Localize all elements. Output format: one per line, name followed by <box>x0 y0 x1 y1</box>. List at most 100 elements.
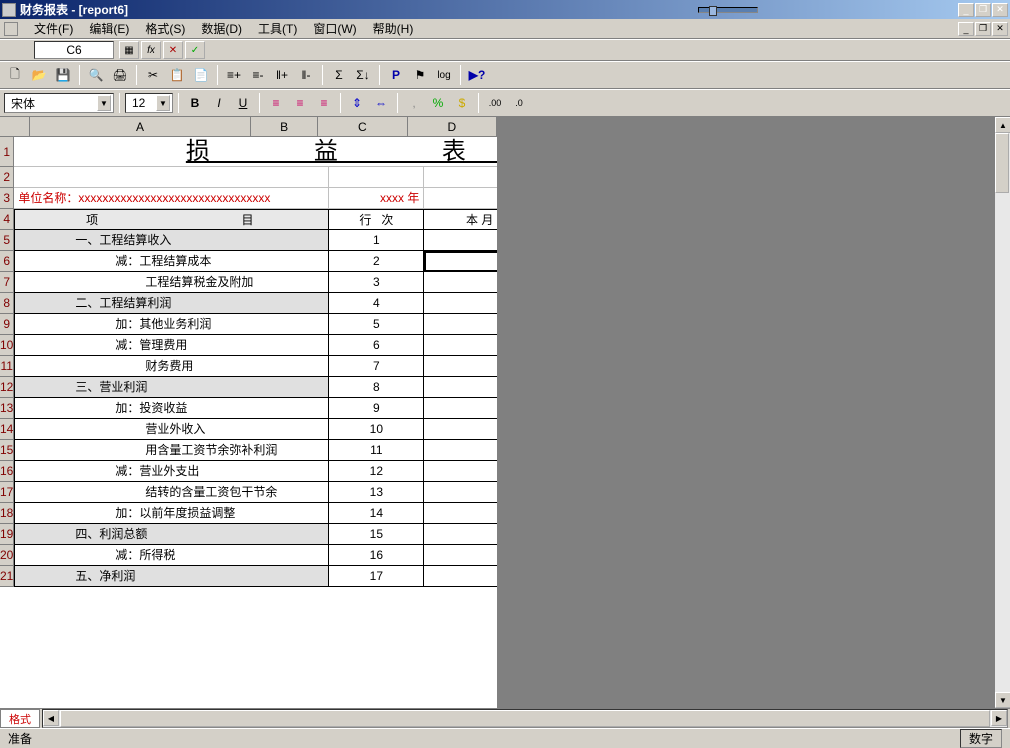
header-rownum[interactable]: 行 次 <box>329 209 424 230</box>
col-header-d[interactable]: D <box>408 117 497 137</box>
row-number[interactable]: 8 <box>329 377 424 398</box>
item-label[interactable]: 营业外收入 <box>14 419 329 440</box>
sheet-tab[interactable]: 格式 <box>0 709 40 728</box>
scroll-right-icon[interactable]: ▶ <box>991 710 1007 726</box>
horizontal-scrollbar[interactable]: ◀ ▶ <box>42 709 1008 728</box>
italic-icon[interactable]: I <box>208 92 230 114</box>
report-title[interactable]: 损 益 表 <box>14 137 497 167</box>
row-header[interactable]: 8 <box>0 293 14 314</box>
month-value[interactable] <box>424 377 497 398</box>
row-number[interactable]: 3 <box>329 272 424 293</box>
scroll-up-icon[interactable]: ▲ <box>995 117 1010 133</box>
row-header[interactable]: 19 <box>0 524 14 545</box>
item-label[interactable]: 五、净利润 <box>14 566 329 587</box>
row-number[interactable]: 17 <box>329 566 424 587</box>
row-number[interactable]: 4 <box>329 293 424 314</box>
comma-icon[interactable]: , <box>403 92 425 114</box>
save-icon[interactable]: 💾 <box>52 64 74 86</box>
month-value[interactable] <box>424 356 497 377</box>
month[interactable]: xx 月 <box>424 188 497 209</box>
year[interactable]: xxxx 年 <box>329 188 424 209</box>
chevron-down-icon[interactable]: ▼ <box>156 95 170 111</box>
row-number[interactable]: 1 <box>329 230 424 251</box>
menu-window[interactable]: 窗口(W) <box>305 18 364 39</box>
row-header[interactable]: 21 <box>0 566 14 587</box>
row-number[interactable]: 7 <box>329 356 424 377</box>
sum2-icon[interactable]: Σ↓ <box>352 64 374 86</box>
scroll-left-icon[interactable]: ◀ <box>43 710 59 726</box>
month-value[interactable] <box>424 251 497 272</box>
item-label[interactable]: 加：其他业务利润 <box>14 314 329 335</box>
row-header[interactable]: 14 <box>0 419 14 440</box>
decimal-inc-icon[interactable]: .00 <box>484 92 506 114</box>
mdi-restore-button[interactable]: ❐ <box>975 22 991 36</box>
month-value[interactable] <box>424 566 497 587</box>
print-icon[interactable]: 🖨 <box>109 64 131 86</box>
header-item[interactable]: 项 目 <box>14 209 329 230</box>
col-header-c[interactable]: C <box>318 117 407 137</box>
item-label[interactable]: 减：营业外支出 <box>14 461 329 482</box>
month-value[interactable] <box>424 314 497 335</box>
mdi-minimize-button[interactable]: _ <box>958 22 974 36</box>
item-label[interactable]: 一、工程结算收入 <box>14 230 329 251</box>
mdi-icon[interactable] <box>4 22 18 36</box>
cell[interactable] <box>424 167 497 188</box>
row-header[interactable]: 2 <box>0 167 14 188</box>
menu-tools[interactable]: 工具(T) <box>250 18 305 39</box>
cancel-icon[interactable]: ✕ <box>163 41 183 59</box>
hscroll-thumb[interactable] <box>60 710 990 727</box>
insert-row-icon[interactable]: ≡+ <box>223 64 245 86</box>
col-header-b[interactable]: B <box>251 117 318 137</box>
align-left-icon[interactable]: ≡ <box>265 92 287 114</box>
log-icon[interactable]: log <box>433 64 455 86</box>
menu-help[interactable]: 帮助(H) <box>365 18 422 39</box>
item-label[interactable]: 工程结算税金及附加 <box>14 272 329 293</box>
delete-row-icon[interactable]: ≡- <box>247 64 269 86</box>
col-header-a[interactable]: A <box>30 117 251 137</box>
item-label[interactable]: 减：工程结算成本 <box>14 251 329 272</box>
row-header[interactable]: 10 <box>0 335 14 356</box>
confirm-icon[interactable]: ✓ <box>185 41 205 59</box>
item-label[interactable]: 财务费用 <box>14 356 329 377</box>
halign-icon[interactable]: ⇔ <box>370 92 392 114</box>
menu-edit[interactable]: 编辑(E) <box>81 18 137 39</box>
row-header[interactable]: 1 <box>0 137 14 167</box>
cell[interactable] <box>14 167 329 188</box>
fx-icon[interactable]: fx <box>141 41 161 59</box>
paste-icon[interactable]: 📄 <box>190 64 212 86</box>
close-button[interactable]: ✕ <box>992 3 1008 17</box>
item-label[interactable]: 结转的含量工资包干节余 <box>14 482 329 503</box>
underline-icon[interactable]: U <box>232 92 254 114</box>
row-header[interactable]: 13 <box>0 398 14 419</box>
menu-format[interactable]: 格式(S) <box>137 18 193 39</box>
currency-icon[interactable]: $ <box>451 92 473 114</box>
month-value[interactable] <box>424 272 497 293</box>
item-label[interactable]: 减：管理费用 <box>14 335 329 356</box>
row-header[interactable]: 17 <box>0 482 14 503</box>
row-header[interactable]: 20 <box>0 545 14 566</box>
scroll-down-icon[interactable]: ▼ <box>995 692 1010 708</box>
item-label[interactable]: 四、利润总额 <box>14 524 329 545</box>
align-center-icon[interactable]: ≡ <box>289 92 311 114</box>
org-name[interactable]: 单位名称：xxxxxxxxxxxxxxxxxxxxxxxxxxxxxxxx <box>14 188 329 209</box>
help-icon[interactable]: ▶? <box>466 64 488 86</box>
month-value[interactable] <box>424 293 497 314</box>
select-all-corner[interactable] <box>0 117 30 137</box>
month-value[interactable] <box>424 419 497 440</box>
row-header[interactable]: 11 <box>0 356 14 377</box>
p-icon[interactable]: P <box>385 64 407 86</box>
mdi-close-button[interactable]: ✕ <box>992 22 1008 36</box>
row-header[interactable]: 15 <box>0 440 14 461</box>
align-right-icon[interactable]: ≡ <box>313 92 335 114</box>
preview-icon[interactable]: 🔍 <box>85 64 107 86</box>
row-number[interactable]: 5 <box>329 314 424 335</box>
row-header[interactable]: 16 <box>0 461 14 482</box>
row-number[interactable]: 16 <box>329 545 424 566</box>
row-number[interactable]: 14 <box>329 503 424 524</box>
minimize-button[interactable]: _ <box>958 3 974 17</box>
row-number[interactable]: 11 <box>329 440 424 461</box>
month-value[interactable] <box>424 230 497 251</box>
month-value[interactable] <box>424 461 497 482</box>
bold-icon[interactable]: B <box>184 92 206 114</box>
month-value[interactable] <box>424 482 497 503</box>
